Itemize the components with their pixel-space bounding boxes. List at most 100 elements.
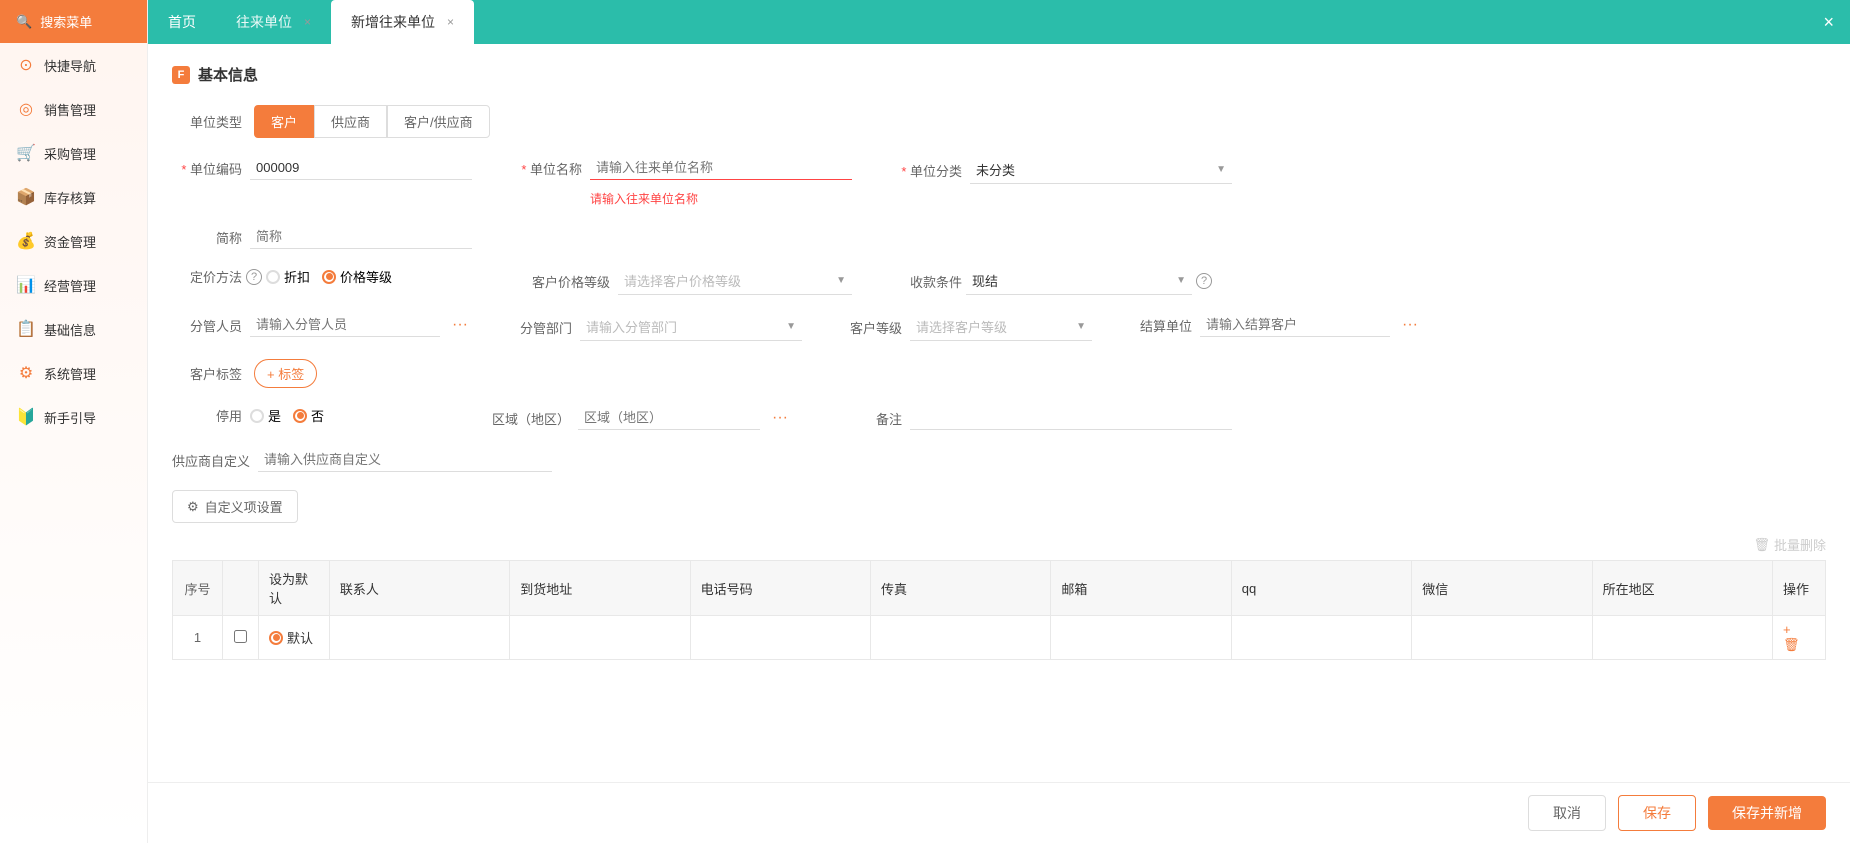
sidebar-item-basic[interactable]: 📋 基础信息	[0, 307, 147, 351]
row-address[interactable]	[510, 616, 690, 660]
sidebar-item-sales[interactable]: ◎ 销售管理	[0, 87, 147, 131]
radio-no[interactable]: 否	[293, 406, 324, 425]
main-close-button[interactable]: ×	[1807, 12, 1850, 33]
row-region[interactable]	[1592, 616, 1772, 660]
add-row-btn[interactable]: +	[1783, 622, 1791, 637]
pricing-radio-group: 折扣 价格等级	[266, 267, 392, 286]
radio-yes[interactable]: 是	[250, 406, 281, 425]
remark-input[interactable]	[910, 406, 1232, 430]
manager-input[interactable]	[250, 313, 440, 337]
section-title-text: 基本信息	[198, 64, 258, 85]
manager-row: 分管人员 ··· 分管部门 请输入分管部门 ▼ 客户等级 请选择客户等级 ▼	[172, 313, 1826, 341]
sidebar-item-inventory[interactable]: 📦 库存核算	[0, 175, 147, 219]
short-name-field: 简称	[172, 225, 472, 249]
tab-new-partner[interactable]: 新增往来单位 ×	[331, 0, 474, 44]
row-checkbox-input[interactable]	[234, 630, 247, 643]
radio-price-level[interactable]: 价格等级	[322, 267, 392, 286]
tag-add-button[interactable]: + 标签	[254, 359, 317, 388]
payment-hint-icon[interactable]: ?	[1196, 273, 1212, 289]
unit-btn-customer[interactable]: 客户	[254, 105, 314, 138]
pricing-row: 定价方法 ? 折扣 价格等级 客户价格等级 请选择	[172, 267, 1826, 295]
customer-level-select[interactable]: 请选择客户等级 ▼	[910, 313, 1092, 341]
payment-terms-value: 现结	[972, 271, 998, 290]
chevron-down-icon4: ▼	[786, 321, 796, 332]
save-button[interactable]: 保存	[1618, 795, 1696, 831]
tab-home-label: 首页	[168, 12, 196, 32]
short-name-label: 简称	[172, 228, 242, 247]
section-icon: F	[172, 66, 190, 84]
short-name-input[interactable]	[250, 225, 472, 249]
wechat-input[interactable]	[1422, 630, 1581, 645]
unit-name-input[interactable]	[590, 156, 852, 180]
supplier-custom-field: 供应商自定义	[172, 448, 552, 472]
sidebar-item-purchase[interactable]: 🛒 采购管理	[0, 131, 147, 175]
row-region-input[interactable]	[1603, 630, 1762, 645]
unit-btn-both[interactable]: 客户/供应商	[387, 105, 490, 138]
phone-input[interactable]	[701, 630, 860, 645]
address-input[interactable]	[520, 630, 679, 645]
tab-new-partner-close[interactable]: ×	[447, 15, 454, 29]
supplier-custom-input[interactable]	[258, 448, 552, 472]
radio-yes-label: 是	[268, 406, 281, 425]
tab-partners[interactable]: 往来单位 ×	[216, 0, 331, 44]
contact-table: 序号 设为默认 联系人 到货地址 电话号码 传真 邮箱 qq 微信 所在地区 操…	[172, 560, 1826, 660]
region-input[interactable]	[578, 406, 760, 430]
default-radio-circle	[269, 631, 283, 645]
payment-terms-select[interactable]: 现结 ▼	[966, 267, 1192, 295]
sidebar-item-label: 库存核算	[44, 188, 96, 207]
chevron-down-icon3: ▼	[1176, 275, 1186, 286]
unit-category-select[interactable]: 未分类 ▼	[970, 156, 1232, 184]
sidebar-search[interactable]: 🔍 搜索菜单	[0, 0, 147, 43]
customer-price-level-select[interactable]: 请选择客户价格等级 ▼	[618, 267, 852, 295]
row-contact[interactable]	[329, 616, 509, 660]
default-radio[interactable]: 默认	[269, 628, 319, 647]
contact-input[interactable]	[340, 630, 499, 645]
basic-icon: 📋	[16, 319, 36, 339]
sidebar-item-label: 资金管理	[44, 232, 96, 251]
tab-partners-close[interactable]: ×	[304, 15, 311, 29]
col-region: 所在地区	[1592, 561, 1772, 616]
pricing-method-field: 定价方法 ? 折扣 价格等级	[172, 267, 492, 286]
tab-home[interactable]: 首页	[148, 0, 216, 44]
settlement-more-btn[interactable]: ···	[1398, 316, 1422, 334]
sidebar-item-label: 销售管理	[44, 100, 96, 119]
sidebar-item-quick-nav[interactable]: ⊙ 快捷导航	[0, 43, 147, 87]
email-input[interactable]	[1061, 630, 1220, 645]
sidebar-item-system[interactable]: ⚙ 系统管理	[0, 351, 147, 395]
qq-input[interactable]	[1242, 630, 1402, 645]
batch-delete-label[interactable]: 批量删除	[1774, 535, 1826, 554]
unit-code-input[interactable]	[250, 156, 472, 180]
manager-more-btn[interactable]: ···	[448, 316, 472, 334]
settlement-unit-input[interactable]	[1200, 313, 1390, 337]
unit-type-field: 单位类型 客户 供应商 客户/供应商	[172, 105, 490, 138]
radio-discount[interactable]: 折扣	[266, 267, 310, 286]
row-phone[interactable]	[690, 616, 870, 660]
unit-btn-supplier[interactable]: 供应商	[314, 105, 387, 138]
tab-new-partner-label: 新增往来单位	[351, 12, 435, 32]
sidebar-item-finance[interactable]: 💰 资金管理	[0, 219, 147, 263]
cancel-button[interactable]: 取消	[1528, 795, 1606, 831]
tab-partners-label: 往来单位	[236, 12, 292, 32]
delete-row-btn[interactable]: 🗑	[1783, 637, 1800, 652]
custom-settings-button[interactable]: ⚙ 自定义项设置	[172, 490, 298, 523]
sidebar-item-operations[interactable]: 📊 经营管理	[0, 263, 147, 307]
newbie-icon: 🔰	[16, 407, 36, 427]
row-checkbox[interactable]	[223, 616, 259, 660]
unit-name-field: 单位名称 请输入往来单位名称	[512, 156, 852, 207]
row-default: 默认	[259, 616, 330, 660]
department-select[interactable]: 请输入分管部门 ▼	[580, 313, 802, 341]
sidebar-item-label: 经营管理	[44, 276, 96, 295]
fax-input[interactable]	[881, 630, 1040, 645]
row-email[interactable]	[1051, 616, 1231, 660]
pricing-hint-icon[interactable]: ?	[246, 269, 262, 285]
manager-field: 分管人员 ···	[172, 313, 472, 337]
col-action: 操作	[1773, 561, 1826, 616]
row-fax[interactable]	[870, 616, 1050, 660]
row-wechat[interactable]	[1412, 616, 1592, 660]
row-qq[interactable]	[1231, 616, 1412, 660]
save-new-button[interactable]: 保存并新增	[1708, 796, 1826, 830]
remark-label: 备注	[832, 409, 902, 428]
sidebar-item-newbie[interactable]: 🔰 新手引导	[0, 395, 147, 439]
batch-delete-area: 🗑 批量删除	[172, 535, 1826, 554]
region-more-btn[interactable]: ···	[768, 409, 792, 427]
